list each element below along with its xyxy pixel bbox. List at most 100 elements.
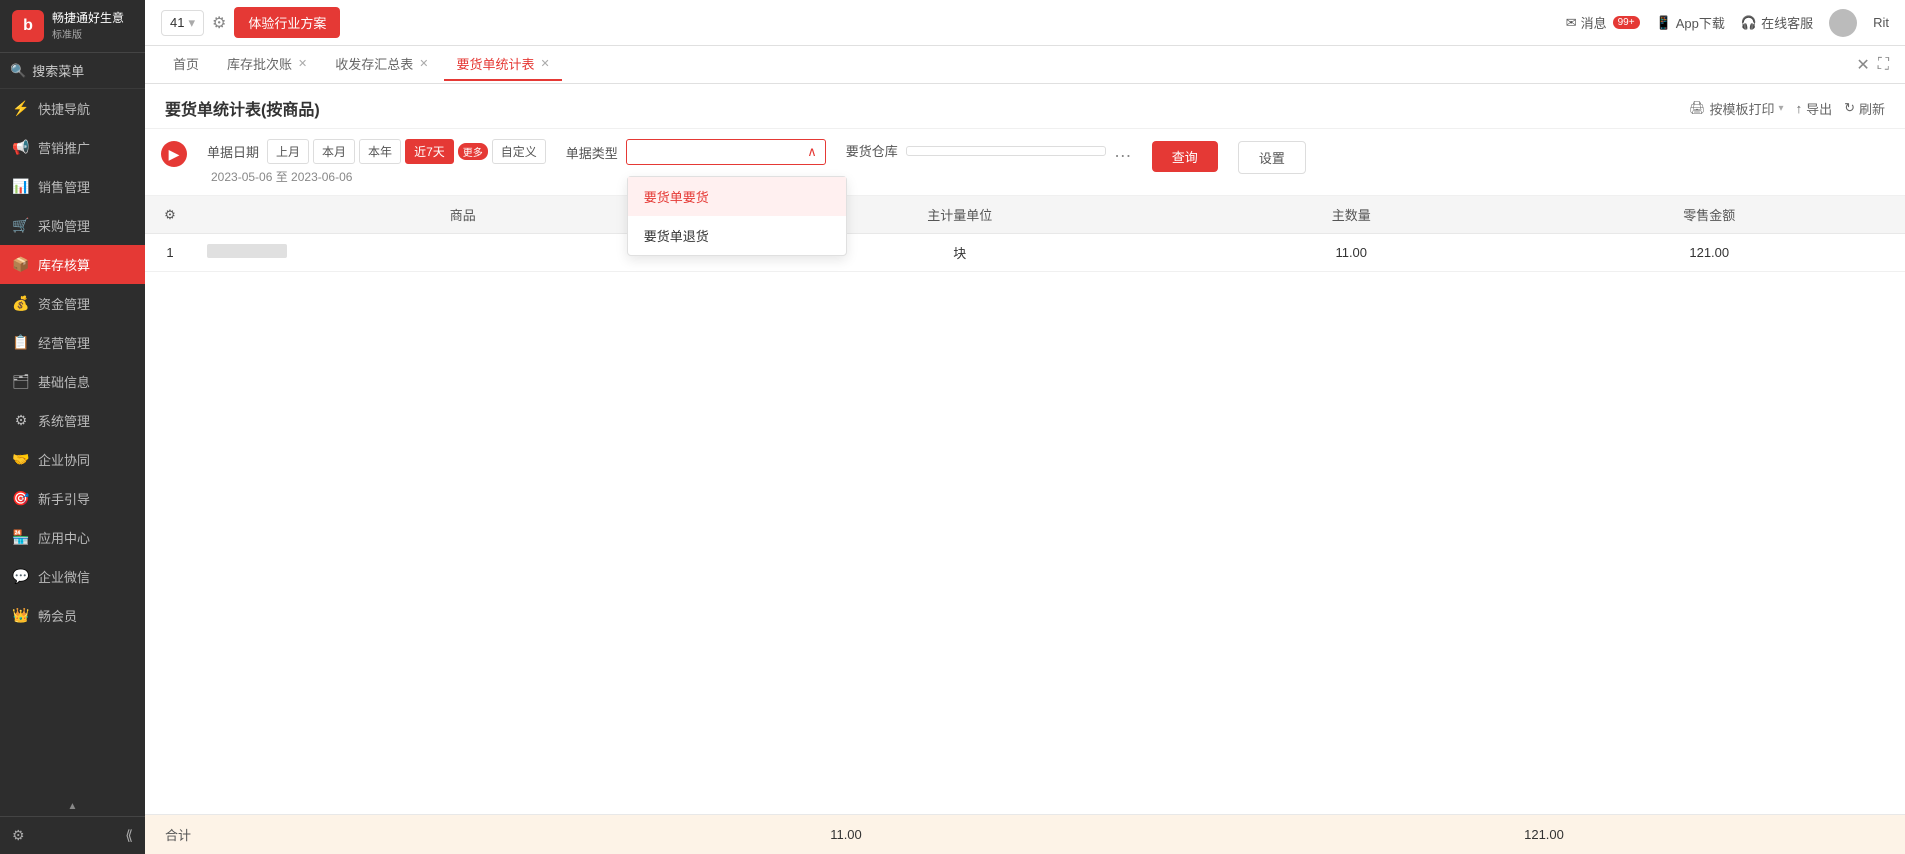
online-service-btn[interactable]: 🎧 在线客服 bbox=[1741, 13, 1813, 32]
sidebar-item-collab[interactable]: 🤝 企业协同 bbox=[0, 440, 145, 479]
row-amount: 121.00 bbox=[1514, 234, 1905, 272]
sidebar-item-system[interactable]: ⚙ 系统管理 bbox=[0, 401, 145, 440]
sidebar-item-vip[interactable]: 👑 畅会员 bbox=[0, 596, 145, 635]
tab-home[interactable]: 首页 bbox=[161, 48, 211, 81]
sidebar-item-finance[interactable]: 💰 资金管理 bbox=[0, 284, 145, 323]
page-header: 要货单统计表(按商品) 🖨 按模板打印 ▾ ↑ 导出 ↻ 刷新 bbox=[145, 84, 1905, 129]
th-amount: 零售金额 bbox=[1514, 196, 1905, 234]
sidebar-menu: ⚡ 快捷导航 📢 营销推广 📊 销售管理 🛒 采购管理 📦 库存核算 💰 资金管… bbox=[0, 89, 145, 797]
message-label: 消息 bbox=[1581, 13, 1607, 32]
main-content: 41 ▾ ⚙ 体验行业方案 ✉ 消息 99+ 📱 App下载 🎧 在线客服 Ri… bbox=[145, 0, 1905, 854]
sidebar-item-inventory[interactable]: 📦 库存核算 bbox=[0, 245, 145, 284]
marketing-icon: 📢 bbox=[12, 139, 30, 157]
sidebar-item-label: 采购管理 bbox=[38, 216, 90, 235]
sidebar-item-quick-nav[interactable]: ⚡ 快捷导航 bbox=[0, 89, 145, 128]
system-icon: ⚙ bbox=[12, 412, 30, 430]
tab-batch-account[interactable]: 库存批次账 ✕ bbox=[215, 48, 319, 81]
tab-recv-summary[interactable]: 收发存汇总表 ✕ bbox=[323, 48, 440, 81]
sales-icon: 📊 bbox=[12, 178, 30, 196]
tab-home-label: 首页 bbox=[173, 54, 199, 73]
dropdown-item-order-request[interactable]: 要货单要货 bbox=[628, 177, 846, 216]
close-all-tabs-btn[interactable]: ✕ bbox=[1856, 55, 1869, 75]
sidebar-item-label: 库存核算 bbox=[38, 255, 90, 274]
warehouse-select[interactable] bbox=[906, 146, 1106, 156]
dropdown-item-order-return[interactable]: 要货单退货 bbox=[628, 216, 846, 255]
page-actions: 🖨 按模板打印 ▾ ↑ 导出 ↻ 刷新 bbox=[1689, 99, 1885, 118]
refresh-label: 刷新 bbox=[1859, 99, 1885, 118]
print-dropdown-icon: ▾ bbox=[1779, 103, 1784, 114]
tab-order-summary-close[interactable]: ✕ bbox=[541, 57, 550, 70]
date-buttons: 上月 本月 本年 近7天 更多 自定义 bbox=[267, 139, 546, 164]
search-menu-btn[interactable]: 🔍 搜索菜单 bbox=[0, 53, 145, 89]
refresh-icon: ↻ bbox=[1844, 100, 1855, 116]
store-dropdown-icon: ▾ bbox=[188, 15, 195, 31]
type-input[interactable] bbox=[635, 145, 807, 160]
footer-label: 合计 bbox=[157, 825, 497, 844]
store-selector[interactable]: 41 ▾ bbox=[161, 10, 204, 36]
app-name-block: 畅捷通好生意 标准版 bbox=[52, 11, 124, 42]
topbar-settings-icon[interactable]: ⚙ bbox=[212, 13, 226, 33]
fullscreen-btn[interactable]: ⛶ bbox=[1878, 56, 1889, 74]
column-settings-icon[interactable]: ⚙ bbox=[164, 207, 176, 222]
message-btn[interactable]: ✉ 消息 99+ bbox=[1566, 13, 1640, 32]
date-custom-btn[interactable]: 自定义 bbox=[492, 139, 546, 164]
topbar: 41 ▾ ⚙ 体验行业方案 ✉ 消息 99+ 📱 App下载 🎧 在线客服 Ri… bbox=[145, 0, 1905, 46]
page-content: 要货单统计表(按商品) 🖨 按模板打印 ▾ ↑ 导出 ↻ 刷新 ▶ bbox=[145, 84, 1905, 854]
sidebar-item-marketing[interactable]: 📢 营销推广 bbox=[0, 128, 145, 167]
topbar-right: ✉ 消息 99+ 📱 App下载 🎧 在线客服 Rit bbox=[1566, 9, 1889, 37]
sidebar-item-label: 经营管理 bbox=[38, 333, 90, 352]
sidebar-footer: ⚙ ⟪ bbox=[0, 816, 145, 854]
footer-collapse-icon[interactable]: ⟪ bbox=[125, 827, 133, 844]
collab-icon: 🤝 bbox=[12, 451, 30, 469]
sidebar-item-guide[interactable]: 🎯 新手引导 bbox=[0, 479, 145, 518]
filter-expand-btn[interactable]: ▶ bbox=[161, 141, 187, 167]
print-btn[interactable]: 🖨 按模板打印 ▾ bbox=[1689, 99, 1784, 118]
sidebar-item-sales[interactable]: 📊 销售管理 bbox=[0, 167, 145, 206]
sidebar-item-appstore[interactable]: 🏪 应用中心 bbox=[0, 518, 145, 557]
tab-batch-account-close[interactable]: ✕ bbox=[298, 57, 307, 70]
product-placeholder bbox=[207, 244, 287, 258]
user-name: Rit bbox=[1873, 15, 1889, 30]
sidebar-item-label: 企业协同 bbox=[38, 450, 90, 469]
app-download-btn[interactable]: 📱 App下载 bbox=[1656, 13, 1725, 32]
sidebar-item-wechat[interactable]: 💬 企业微信 bbox=[0, 557, 145, 596]
date-more-badge[interactable]: 更多 bbox=[458, 143, 488, 160]
filter-more-btn[interactable]: … bbox=[1114, 141, 1132, 162]
date-btn-last-month[interactable]: 上月 bbox=[267, 139, 309, 164]
footer-settings-icon[interactable]: ⚙ bbox=[12, 827, 25, 844]
operations-icon: 📋 bbox=[12, 334, 30, 352]
trial-btn[interactable]: 体验行业方案 bbox=[234, 7, 340, 38]
store-number: 41 bbox=[170, 15, 184, 30]
date-btn-this-year[interactable]: 本年 bbox=[359, 139, 401, 164]
tab-recv-summary-close[interactable]: ✕ bbox=[419, 57, 428, 70]
vip-icon: 👑 bbox=[12, 607, 30, 625]
query-btn[interactable]: 查询 bbox=[1152, 141, 1218, 172]
app-download-icon: 📱 bbox=[1656, 15, 1672, 31]
sidebar-item-label: 销售管理 bbox=[38, 177, 90, 196]
user-avatar[interactable] bbox=[1829, 9, 1857, 37]
export-icon: ↑ bbox=[1796, 101, 1803, 116]
date-range-text: 2023-05-06 至 2023-06-06 bbox=[211, 168, 546, 185]
tab-batch-account-label: 库存批次账 bbox=[227, 54, 292, 73]
type-select[interactable]: ∧ 要货单要货 要货单退货 bbox=[626, 139, 826, 165]
sidebar: b 畅捷通好生意 标准版 🔍 搜索菜单 ⚡ 快捷导航 📢 营销推广 📊 销售管理… bbox=[0, 0, 145, 854]
sidebar-item-label: 基础信息 bbox=[38, 372, 90, 391]
type-select-arrow[interactable]: ∧ bbox=[807, 144, 817, 160]
type-filter-label: 单据类型 bbox=[566, 143, 618, 162]
sidebar-item-purchase[interactable]: 🛒 采购管理 bbox=[0, 206, 145, 245]
export-btn[interactable]: ↑ 导出 bbox=[1796, 99, 1833, 118]
settings-th[interactable]: ⚙ bbox=[145, 196, 195, 234]
sidebar-item-label: 新手引导 bbox=[38, 489, 90, 508]
sidebar-item-operations[interactable]: 📋 经营管理 bbox=[0, 323, 145, 362]
setup-btn[interactable]: 设置 bbox=[1238, 141, 1306, 174]
date-btn-7days[interactable]: 近7天 bbox=[405, 139, 454, 164]
footer-total-label: 合计 bbox=[165, 828, 191, 843]
sidebar-item-basic[interactable]: 🗂 基础信息 bbox=[0, 362, 145, 401]
tab-order-summary[interactable]: 要货单统计表 ✕ bbox=[444, 48, 561, 81]
purchase-icon: 🛒 bbox=[12, 217, 30, 235]
scroll-up-icon: ▲ bbox=[68, 801, 78, 812]
sidebar-scroll-up-btn[interactable]: ▲ bbox=[0, 797, 145, 816]
refresh-btn[interactable]: ↻ 刷新 bbox=[1844, 99, 1885, 118]
wechat-icon: 💬 bbox=[12, 568, 30, 586]
date-btn-this-month[interactable]: 本月 bbox=[313, 139, 355, 164]
